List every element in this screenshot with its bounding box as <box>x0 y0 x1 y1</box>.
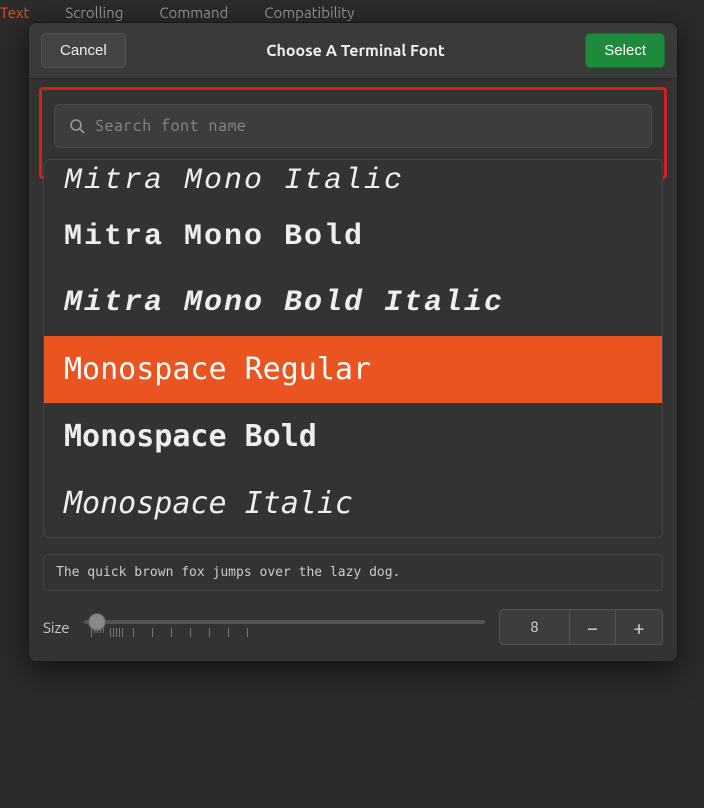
search-icon <box>69 118 85 134</box>
select-button[interactable]: Select <box>585 33 665 68</box>
dialog-title: Choose A Terminal Font <box>266 42 444 60</box>
bg-tab-text: Text <box>0 4 29 21</box>
font-item[interactable]: Mitra Mono Bold Italic <box>44 270 662 336</box>
font-list[interactable]: Mitra Mono ItalicMitra Mono BoldMitra Mo… <box>43 159 663 538</box>
search-box[interactable] <box>54 104 652 148</box>
bg-tab-compatibility: Compatibility <box>264 4 354 21</box>
font-chooser-dialog: Cancel Choose A Terminal Font Select Mit… <box>28 22 678 662</box>
search-input[interactable] <box>95 117 637 135</box>
size-row: Size 8 − + <box>43 609 663 645</box>
size-label: Size <box>43 619 70 636</box>
size-value[interactable]: 8 <box>500 610 570 644</box>
font-item[interactable]: Monospace Bold <box>44 403 662 470</box>
size-increase-button[interactable]: + <box>616 610 662 644</box>
font-item[interactable]: Monospace Regular <box>44 336 662 403</box>
dialog-titlebar: Cancel Choose A Terminal Font Select <box>29 23 677 79</box>
font-item[interactable]: Mitra Mono Bold <box>44 204 662 270</box>
size-slider[interactable] <box>84 612 485 642</box>
size-decrease-button[interactable]: − <box>570 610 616 644</box>
font-item[interactable]: Mitra Mono Italic <box>44 160 662 204</box>
dialog-body: Mitra Mono ItalicMitra Mono BoldMitra Mo… <box>29 79 677 661</box>
bg-tab-command: Command <box>159 4 228 21</box>
cancel-button[interactable]: Cancel <box>41 33 126 68</box>
font-item[interactable]: Monospace Italic <box>44 470 662 537</box>
bg-tab-scrolling: Scrolling <box>65 4 123 21</box>
preview-text: The quick brown fox jumps over the lazy … <box>43 554 663 591</box>
size-controls: 8 − + <box>499 609 663 645</box>
